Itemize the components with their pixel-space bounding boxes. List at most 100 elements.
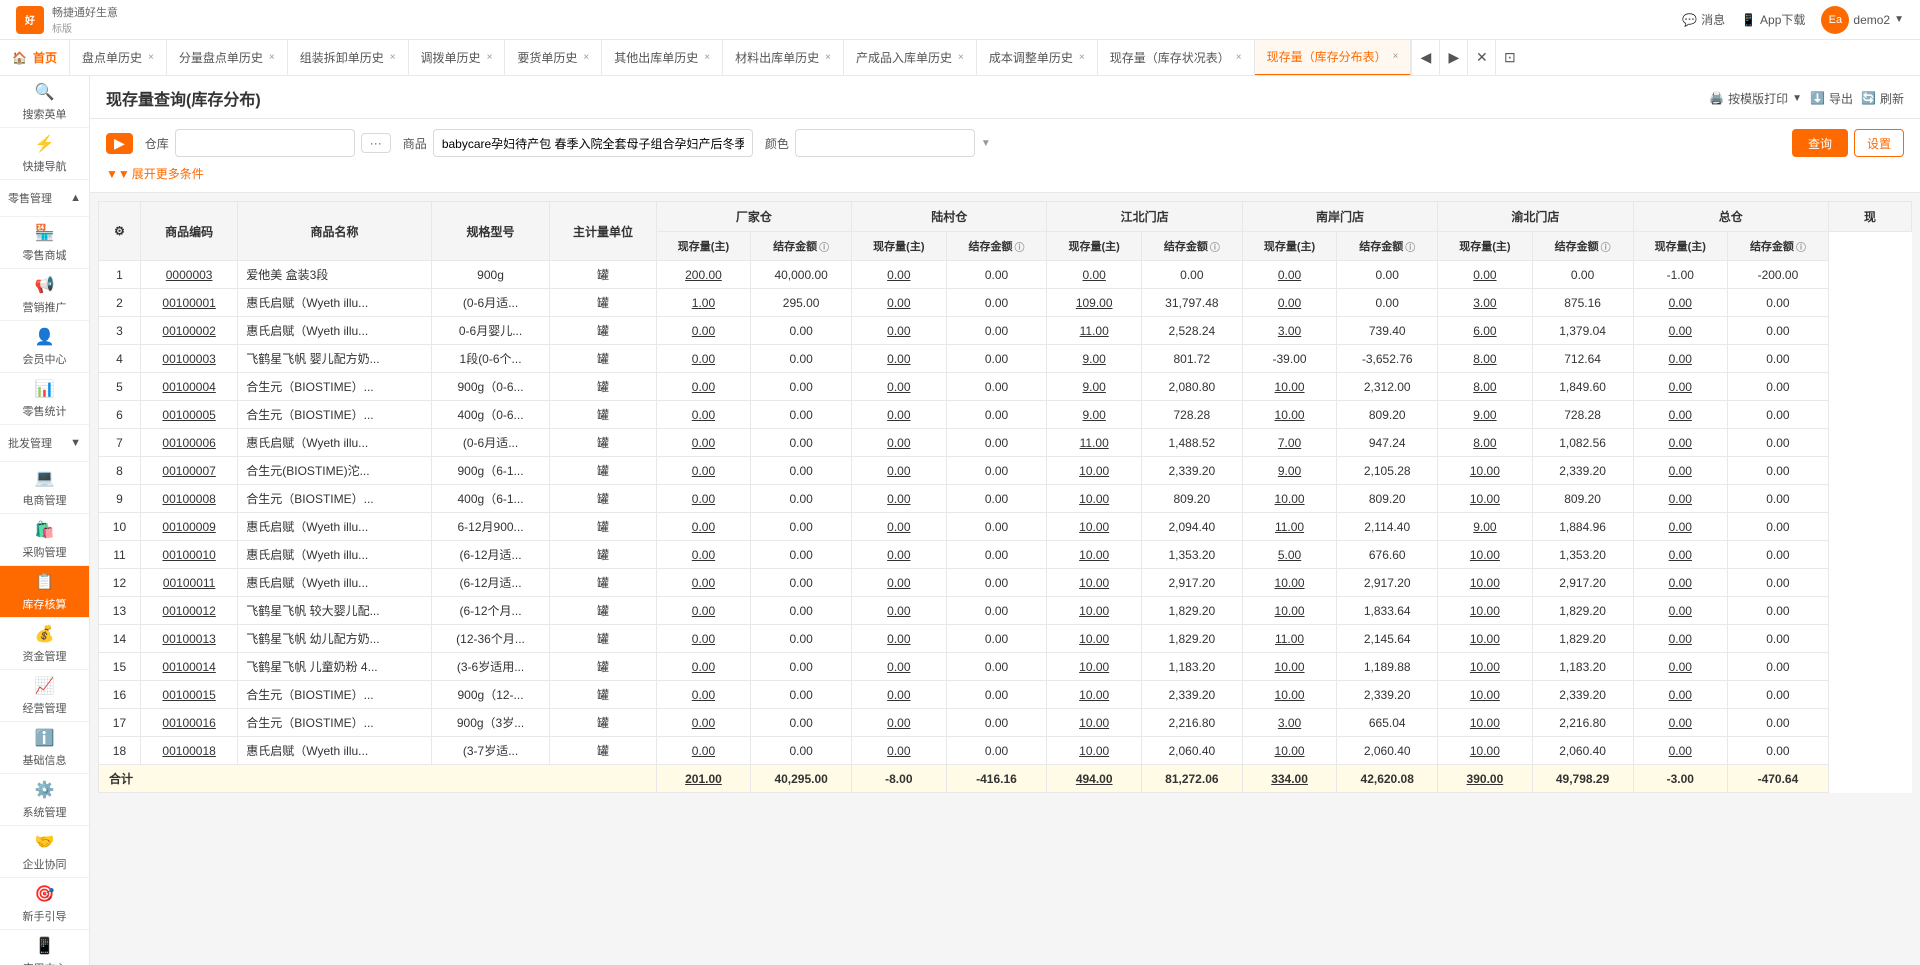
row-wh3-qty[interactable]: 9.00 bbox=[1047, 345, 1141, 373]
row-wh1-qty[interactable]: 0.00 bbox=[656, 681, 750, 709]
row-wh1-qty[interactable]: 0.00 bbox=[656, 457, 750, 485]
row-wh2-qty[interactable]: 0.00 bbox=[852, 737, 946, 765]
row-wh1-qty[interactable]: 0.00 bbox=[656, 401, 750, 429]
user-menu[interactable]: Ea demo2 ▼ bbox=[1821, 6, 1904, 34]
row-wh3-qty[interactable]: 10.00 bbox=[1047, 569, 1141, 597]
row-code[interactable]: 00100010 bbox=[140, 541, 237, 569]
row-wh1-qty[interactable]: 0.00 bbox=[656, 513, 750, 541]
tab-close-icon[interactable]: × bbox=[704, 52, 710, 63]
goods-input[interactable] bbox=[433, 129, 753, 157]
row-wh3-qty[interactable]: 10.00 bbox=[1047, 653, 1141, 681]
row-wh4-qty[interactable]: 3.00 bbox=[1242, 317, 1336, 345]
row-wh3-qty[interactable]: 10.00 bbox=[1047, 737, 1141, 765]
sidebar-item-member[interactable]: 👤 会员中心 bbox=[0, 321, 89, 373]
tab-inventory-single[interactable]: 盘点单历史 × bbox=[70, 40, 167, 76]
tab-close-icon[interactable]: × bbox=[958, 52, 964, 63]
row-code[interactable]: 00100014 bbox=[140, 653, 237, 681]
row-wh5-qty[interactable]: 6.00 bbox=[1438, 317, 1532, 345]
th-settings[interactable]: ⚙ bbox=[99, 202, 141, 261]
row-total-qty[interactable]: 0.00 bbox=[1633, 373, 1727, 401]
row-wh5-qty[interactable]: 8.00 bbox=[1438, 345, 1532, 373]
warehouse-input[interactable] bbox=[175, 129, 355, 157]
sidebar-item-base-info[interactable]: ℹ️ 基础信息 bbox=[0, 722, 89, 774]
row-wh5-qty[interactable]: 10.00 bbox=[1438, 681, 1532, 709]
row-wh5-qty[interactable]: 10.00 bbox=[1438, 625, 1532, 653]
row-code[interactable]: 00100018 bbox=[140, 737, 237, 765]
row-wh1-qty[interactable]: 0.00 bbox=[656, 345, 750, 373]
row-code[interactable]: 00100009 bbox=[140, 513, 237, 541]
row-wh4-qty[interactable]: 3.00 bbox=[1242, 709, 1336, 737]
row-wh5-qty[interactable]: 0.00 bbox=[1438, 261, 1532, 289]
query-btn[interactable]: 查询 bbox=[1792, 129, 1848, 157]
row-wh5-qty[interactable]: 8.00 bbox=[1438, 429, 1532, 457]
row-total-qty[interactable]: 0.00 bbox=[1633, 317, 1727, 345]
row-wh3-qty[interactable]: 11.00 bbox=[1047, 429, 1141, 457]
settings-icon[interactable]: ⚙ bbox=[114, 224, 125, 238]
tab-material-out[interactable]: 材料出库单历史 × bbox=[723, 40, 844, 76]
sidebar-item-retail-stat[interactable]: 📊 零售统计 bbox=[0, 373, 89, 425]
tab-stock-dist[interactable]: 现存量（库存分布表） × bbox=[1255, 40, 1412, 76]
tab-cost-adjust[interactable]: 成本调整单历史 × bbox=[977, 40, 1098, 76]
row-wh3-qty[interactable]: 10.00 bbox=[1047, 485, 1141, 513]
row-wh1-qty[interactable]: 0.00 bbox=[656, 737, 750, 765]
row-code[interactable]: 00100001 bbox=[140, 289, 237, 317]
row-wh4-qty[interactable]: 10.00 bbox=[1242, 569, 1336, 597]
tab-close-icon[interactable]: × bbox=[390, 52, 396, 63]
row-wh2-qty[interactable]: 0.00 bbox=[852, 317, 946, 345]
row-code[interactable]: 0000003 bbox=[140, 261, 237, 289]
sidebar-item-inventory[interactable]: 📋 库存核算 bbox=[0, 566, 89, 618]
row-wh1-qty[interactable]: 0.00 bbox=[656, 541, 750, 569]
row-wh2-qty[interactable]: 0.00 bbox=[852, 513, 946, 541]
ellipsis-btn[interactable]: ··· bbox=[361, 133, 391, 153]
row-wh5-qty[interactable]: 10.00 bbox=[1438, 485, 1532, 513]
row-wh2-qty[interactable]: 0.00 bbox=[852, 541, 946, 569]
export-btn[interactable]: ⬇️ 导出 bbox=[1810, 90, 1853, 107]
row-wh2-qty[interactable]: 0.00 bbox=[852, 485, 946, 513]
row-total-qty[interactable]: 0.00 bbox=[1633, 289, 1727, 317]
row-code[interactable]: 00100013 bbox=[140, 625, 237, 653]
tab-requisition[interactable]: 要货单历史 × bbox=[505, 40, 602, 76]
row-wh2-qty[interactable]: 0.00 bbox=[852, 569, 946, 597]
row-wh4-qty[interactable]: 9.00 bbox=[1242, 457, 1336, 485]
row-code[interactable]: 00100008 bbox=[140, 485, 237, 513]
sidebar-item-operation[interactable]: 📈 经营管理 bbox=[0, 670, 89, 722]
row-wh1-qty[interactable]: 0.00 bbox=[656, 569, 750, 597]
row-total-qty[interactable]: 0.00 bbox=[1633, 709, 1727, 737]
row-wh3-qty[interactable]: 10.00 bbox=[1047, 681, 1141, 709]
row-wh1-qty[interactable]: 200.00 bbox=[656, 261, 750, 289]
row-code[interactable]: 00100007 bbox=[140, 457, 237, 485]
tab-close-icon[interactable]: × bbox=[1236, 52, 1242, 63]
row-wh4-qty[interactable]: 10.00 bbox=[1242, 401, 1336, 429]
row-wh3-qty[interactable]: 10.00 bbox=[1047, 541, 1141, 569]
row-total-qty[interactable]: 0.00 bbox=[1633, 513, 1727, 541]
refresh-btn[interactable]: 🔄 刷新 bbox=[1861, 90, 1904, 107]
tab-next-btn[interactable]: ▶ bbox=[1439, 40, 1467, 76]
row-wh4-qty[interactable]: 0.00 bbox=[1242, 261, 1336, 289]
row-total-qty[interactable]: 0.00 bbox=[1633, 401, 1727, 429]
sidebar-item-app-center[interactable]: 📱 应用中心 bbox=[0, 930, 89, 965]
sidebar-item-wholesale[interactable]: 批发管理 ▼ bbox=[0, 425, 89, 462]
row-wh1-qty[interactable]: 1.00 bbox=[656, 289, 750, 317]
row-wh3-qty[interactable]: 9.00 bbox=[1047, 373, 1141, 401]
tab-maximize-btn[interactable]: ⊡ bbox=[1495, 40, 1523, 76]
row-wh1-qty[interactable]: 0.00 bbox=[656, 429, 750, 457]
row-wh4-qty[interactable]: 10.00 bbox=[1242, 373, 1336, 401]
row-wh2-qty[interactable]: 0.00 bbox=[852, 709, 946, 737]
row-code[interactable]: 00100003 bbox=[140, 345, 237, 373]
row-wh3-qty[interactable]: 0.00 bbox=[1047, 261, 1141, 289]
tab-prev-btn[interactable]: ◀ bbox=[1411, 40, 1439, 76]
sidebar-item-ecommerce[interactable]: 💻 电商管理 bbox=[0, 462, 89, 514]
color-input[interactable] bbox=[795, 129, 975, 157]
row-wh1-qty[interactable]: 0.00 bbox=[656, 373, 750, 401]
row-wh2-qty[interactable]: 0.00 bbox=[852, 429, 946, 457]
row-wh3-qty[interactable]: 10.00 bbox=[1047, 709, 1141, 737]
row-wh1-qty[interactable]: 0.00 bbox=[656, 597, 750, 625]
row-wh3-qty[interactable]: 10.00 bbox=[1047, 597, 1141, 625]
row-wh2-qty[interactable]: 0.00 bbox=[852, 597, 946, 625]
row-wh4-qty[interactable]: 10.00 bbox=[1242, 681, 1336, 709]
tab-close-icon[interactable]: × bbox=[269, 52, 275, 63]
row-total-qty[interactable]: 0.00 bbox=[1633, 653, 1727, 681]
row-wh4-qty[interactable]: -39.00 bbox=[1242, 345, 1336, 373]
setting-btn[interactable]: 设置 bbox=[1854, 129, 1904, 157]
table-container[interactable]: ⚙ 商品编码 商品名称 规格型号 主计量单位 厂家仓 陆村仓 江北门店 南岸门店… bbox=[90, 193, 1920, 965]
